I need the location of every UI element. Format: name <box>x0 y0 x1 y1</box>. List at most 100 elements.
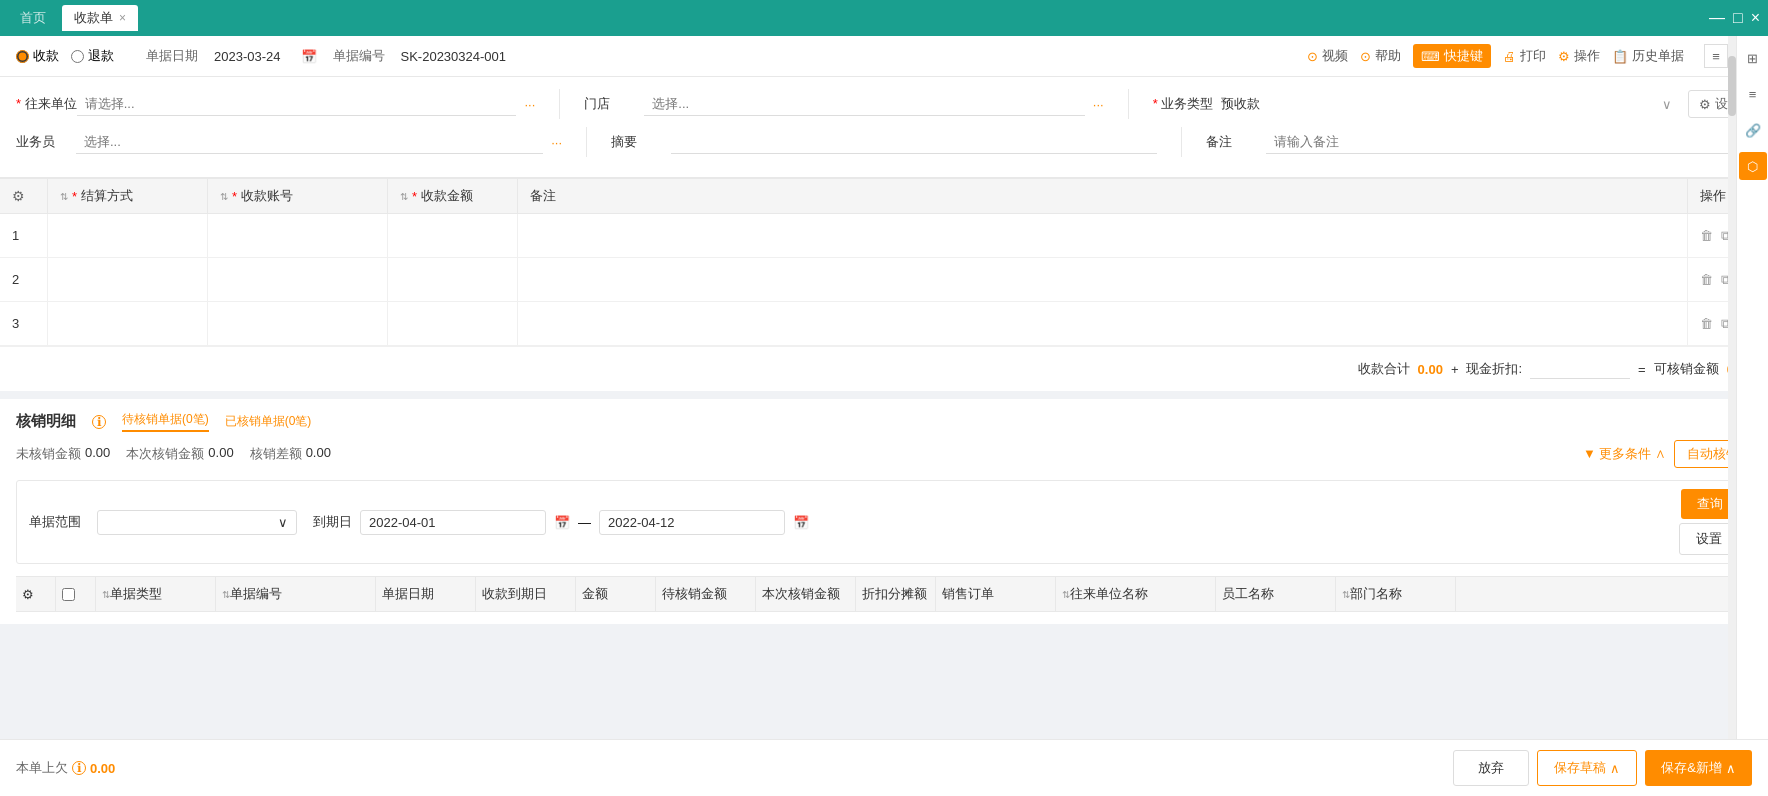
save-draft-arrow-icon: ∧ <box>1610 761 1620 776</box>
td-account-3[interactable] <box>208 302 388 345</box>
window-close-icon[interactable]: × <box>1751 9 1760 27</box>
td-settlement-2[interactable] <box>48 258 208 301</box>
help-icon: ⊙ <box>1360 49 1371 64</box>
operation-icon: ⚙ <box>1558 49 1570 64</box>
delete-row-1-icon[interactable]: 🗑 <box>1700 228 1713 243</box>
save-draft-button[interactable]: 保存草稿 ∧ <box>1537 750 1637 786</box>
completed-tab[interactable]: 已核销单据(0笔) <box>225 413 312 430</box>
counterparty-input[interactable] <box>77 92 517 116</box>
counterparty-label: 往来单位 <box>16 95 77 113</box>
business-type-label: 业务类型 <box>1153 95 1214 113</box>
scrollbar-thumb[interactable] <box>1728 56 1736 116</box>
window-max-icon[interactable]: □ <box>1733 9 1743 27</box>
calendar-icon[interactable]: 📅 <box>301 49 317 64</box>
more-filter-btn[interactable]: ▼ 更多条件 ∧ <box>1583 445 1666 463</box>
td-account-2[interactable] <box>208 258 388 301</box>
unverified-label: 未核销金额 <box>16 445 81 463</box>
sidebar-list-icon[interactable]: ≡ <box>1739 80 1767 108</box>
close-tab-icon[interactable]: × <box>119 11 126 25</box>
bth-settings[interactable]: ⚙ <box>16 577 56 611</box>
counterparty-more-icon[interactable]: ··· <box>524 97 535 112</box>
td-settlement-1[interactable] <box>48 214 208 257</box>
total-value: 0.00 <box>1418 362 1443 377</box>
reconcile-actions: ▼ 更多条件 ∧ 自动核销 <box>1583 440 1752 468</box>
staff-input[interactable] <box>76 130 543 154</box>
store-field: 门店 ··· <box>584 92 1103 116</box>
store-input[interactable] <box>644 92 1084 116</box>
td-amount-2[interactable] <box>388 258 518 301</box>
delete-row-3-icon[interactable]: 🗑 <box>1700 316 1713 331</box>
store-more-icon[interactable]: ··· <box>1093 97 1104 112</box>
diff-label: 核销差额 <box>250 445 302 463</box>
receipt-tab[interactable]: 收款单 × <box>62 5 138 31</box>
th-settlement: ⇅ * 结算方式 <box>48 179 208 213</box>
discount-label: 现金折扣: <box>1466 360 1522 378</box>
td-settlement-3[interactable] <box>48 302 208 345</box>
bth-checkbox[interactable] <box>56 577 96 611</box>
form-section: 往来单位 ··· 门店 ··· 业务类型 预收款 ∨ ⚙ 设置 业务员 ··· … <box>0 77 1768 178</box>
td-amount-1[interactable] <box>388 214 518 257</box>
print-action[interactable]: 🖨 打印 <box>1503 47 1546 65</box>
staff-more-icon[interactable]: ··· <box>551 135 562 150</box>
home-tab[interactable]: 首页 <box>8 5 58 31</box>
staff-label: 业务员 <box>16 133 76 151</box>
td-remark-3[interactable] <box>518 302 1688 345</box>
td-amount-3[interactable] <box>388 302 518 345</box>
current-label: 本次核销金额 <box>126 445 204 463</box>
operation-label: 操作 <box>1574 47 1600 65</box>
staff-field: 业务员 ··· <box>16 130 562 154</box>
table-settings-icon[interactable]: ⚙ <box>12 188 25 204</box>
date-to-calendar-icon[interactable]: 📅 <box>793 515 809 530</box>
date-from-calendar-icon[interactable]: 📅 <box>554 515 570 530</box>
remark-input[interactable] <box>1266 130 1752 154</box>
delete-row-2-icon[interactable]: 🗑 <box>1700 272 1713 287</box>
bth-staff: 员工名称 <box>1216 577 1336 611</box>
video-action[interactable]: ⊙ 视频 <box>1307 47 1348 65</box>
td-remark-1[interactable] <box>518 214 1688 257</box>
summary-input[interactable] <box>671 130 1157 154</box>
pending-tab[interactable]: 待核销单据(0笔) <box>122 411 209 432</box>
receipt-radio[interactable]: 收款 <box>16 47 59 65</box>
history-action[interactable]: 📋 历史单据 <box>1612 47 1684 65</box>
list-layout-btn[interactable]: ≡ <box>1704 44 1728 68</box>
bottom-bar: 本单上欠 ℹ 0.00 放弃 保存草稿 ∧ 保存&新增 ∧ <box>0 739 1768 796</box>
select-all-checkbox[interactable] <box>62 588 75 601</box>
store-label: 门店 <box>584 95 644 113</box>
business-type-dropdown-icon[interactable]: ∨ <box>1662 97 1672 112</box>
td-remark-2[interactable] <box>518 258 1688 301</box>
section-divider <box>0 391 1768 399</box>
date-to-input[interactable] <box>599 510 785 535</box>
sidebar-active-icon[interactable]: ⬡ <box>1739 152 1767 180</box>
tab-label: 收款单 <box>74 9 113 27</box>
th-amount: ⇅ * 收款金额 <box>388 179 518 213</box>
td-account-1[interactable] <box>208 214 388 257</box>
plus-sign: + <box>1451 362 1459 377</box>
reconcile-title: 核销明细 <box>16 412 76 431</box>
range-label: 单据范围 <box>29 513 81 531</box>
shortcut-action[interactable]: ⌨ 快捷键 <box>1413 44 1491 68</box>
date-from-input[interactable] <box>360 510 546 535</box>
range-dropdown-icon: ∨ <box>278 515 288 530</box>
window-min-icon[interactable]: — <box>1709 9 1725 27</box>
number-value: SK-20230324-001 <box>401 49 507 64</box>
bth-type: ⇅ 单据类型 <box>96 577 216 611</box>
business-type-field: 业务类型 预收款 ∨ <box>1153 91 1672 117</box>
filter-row: 单据范围 ∨ 到期日 📅 — 📅 查询 设置 <box>16 480 1752 564</box>
reconcile-info-icon[interactable]: ℹ <box>92 415 106 429</box>
save-new-button[interactable]: 保存&新增 ∧ <box>1645 750 1752 786</box>
history-label: 历史单据 <box>1632 47 1684 65</box>
bth-settings-icon[interactable]: ⚙ <box>22 587 34 602</box>
bottom-bar-actions: 放弃 保存草稿 ∧ 保存&新增 ∧ <box>1453 750 1752 786</box>
type-radio-group: 收款 退款 <box>16 47 114 65</box>
discount-input[interactable] <box>1530 359 1630 379</box>
range-select[interactable]: ∨ <box>97 510 297 535</box>
refund-radio[interactable]: 退款 <box>71 47 114 65</box>
sidebar-table-icon[interactable]: ⊞ <box>1739 44 1767 72</box>
abandon-button[interactable]: 放弃 <box>1453 750 1529 786</box>
bth-number: ⇅ 单据编号 <box>216 577 376 611</box>
operation-action[interactable]: ⚙ 操作 <box>1558 47 1600 65</box>
info-help-icon[interactable]: ℹ <box>72 761 86 775</box>
th-settings[interactable]: ⚙ <box>0 179 48 213</box>
sidebar-link-icon[interactable]: 🔗 <box>1739 116 1767 144</box>
help-action[interactable]: ⊙ 帮助 <box>1360 47 1401 65</box>
